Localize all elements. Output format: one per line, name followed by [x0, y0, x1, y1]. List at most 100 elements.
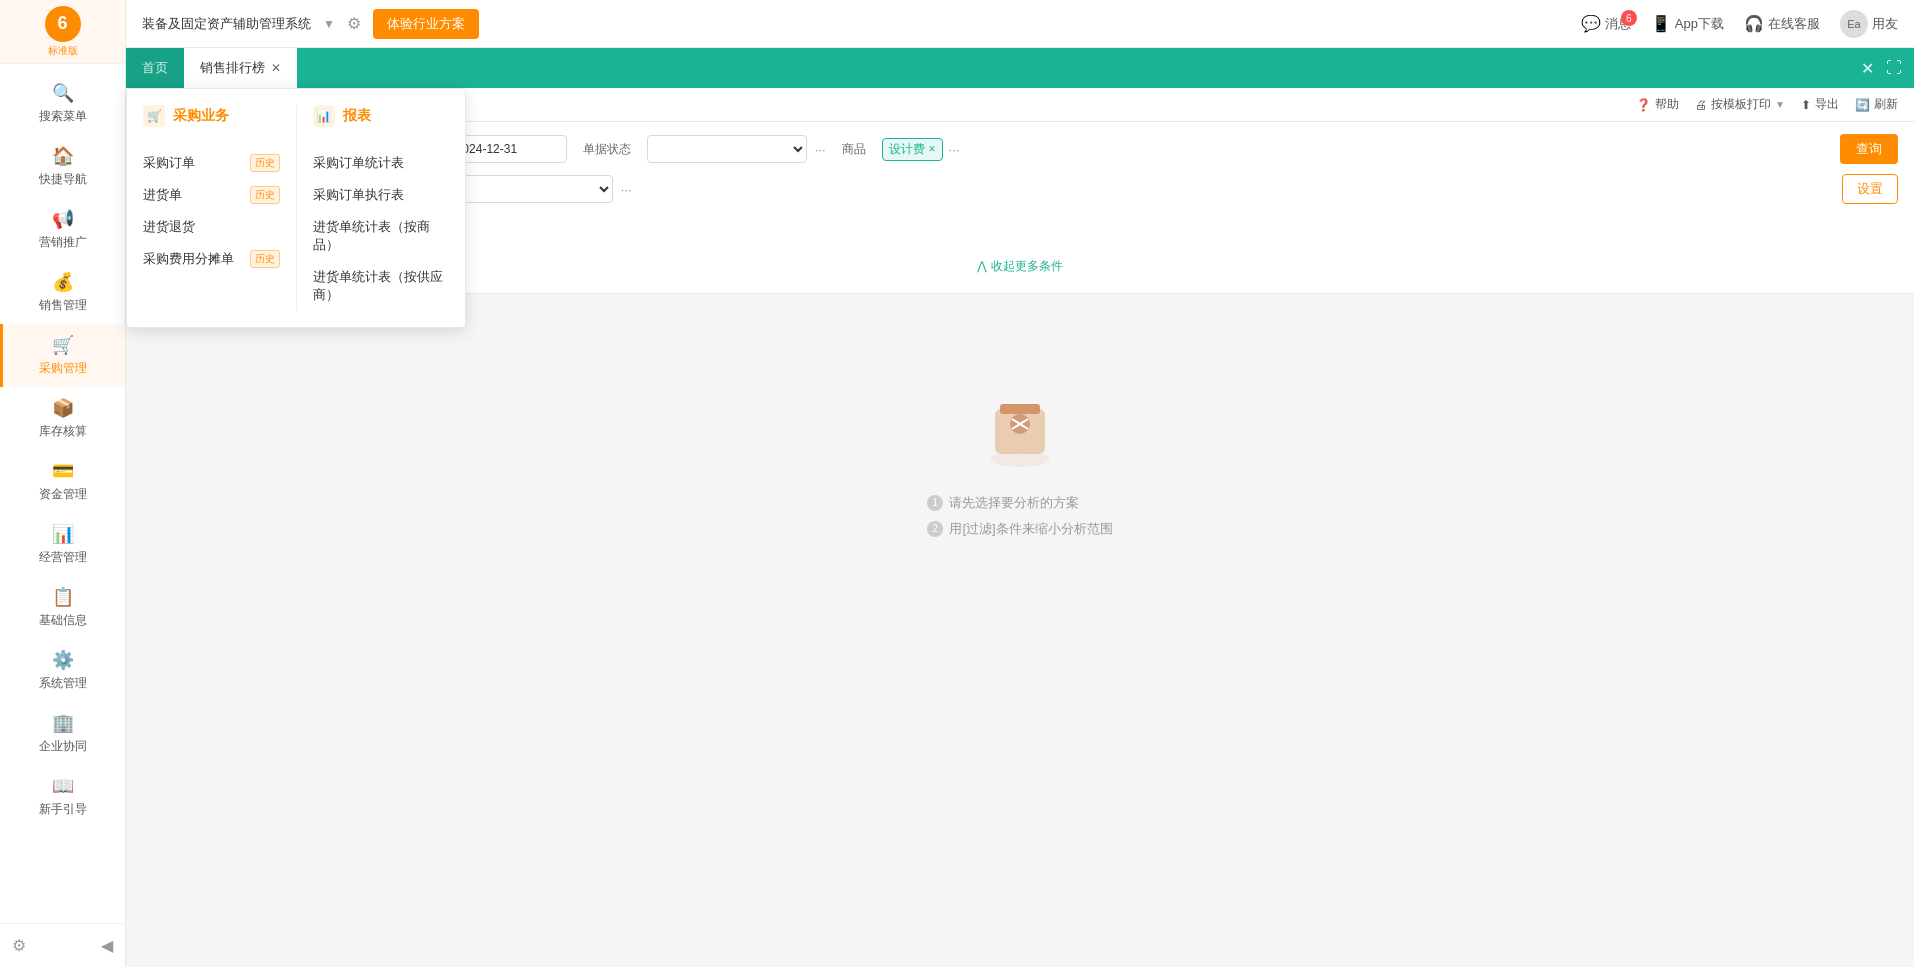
svg-rect-2 — [1000, 404, 1040, 414]
dropdown-item-order-exec[interactable]: 采购订单执行表 — [313, 179, 450, 211]
settings-icon[interactable]: ⚙ — [12, 936, 26, 955]
dropdown-item-stock-return[interactable]: 进货退货 — [143, 211, 280, 243]
sidebar-label-inventory: 库存核算 — [39, 423, 87, 440]
purchase-icon: 🛒 — [52, 334, 74, 356]
dropdown-item-stock-stats-goods[interactable]: 进货单统计表（按商品） — [313, 211, 450, 261]
system-gear-icon[interactable]: ⚙ — [347, 14, 361, 33]
export-btn[interactable]: ⬆ 导出 — [1801, 96, 1839, 113]
sidebar-label-marketing: 营销推广 — [39, 234, 87, 251]
help-icon: ❓ — [1636, 98, 1651, 112]
help-btn[interactable]: ❓ 帮助 — [1636, 96, 1679, 113]
tab-bar-close-icon[interactable]: ✕ — [1861, 59, 1874, 78]
newbie-icon: 📖 — [52, 775, 74, 797]
goods-tag: 设计费 × — [882, 138, 943, 161]
sidebar-label-system: 系统管理 — [39, 675, 87, 692]
refresh-label: 刷新 — [1874, 96, 1898, 113]
empty-tips: 1 请先选择要分析的方案 2 用[过滤]条件来缩小分析范围 — [927, 490, 1112, 542]
query-btn[interactable]: 查询 — [1840, 134, 1898, 164]
goods-tag-close[interactable]: × — [929, 142, 936, 156]
print-icon: 🖨 — [1695, 98, 1707, 112]
sidebar-label-purchase: 采购管理 — [39, 360, 87, 377]
print-label: 按模板打印 — [1711, 96, 1771, 113]
tab-sales-rank[interactable]: 销售排行榜 ✕ — [184, 48, 297, 88]
goods-tag-text: 设计费 — [889, 141, 925, 158]
tab-close-icon[interactable]: ✕ — [271, 61, 281, 75]
inventory-icon: 📦 — [52, 397, 74, 419]
tip-item-1: 1 请先选择要分析的方案 — [927, 490, 1112, 516]
filter-actions-2: 设置 — [1842, 174, 1898, 204]
message-badge: 6 — [1621, 10, 1637, 26]
sidebar-item-purchase[interactable]: 🛒 采购管理 — [0, 324, 125, 387]
sidebar-item-system[interactable]: ⚙️ 系统管理 — [0, 639, 125, 702]
sidebar-label-operations: 经营管理 — [39, 549, 87, 566]
dropdown-item-purchase-fee[interactable]: 采购费用分摊单 历史 — [143, 243, 280, 275]
tip-num-1: 1 — [927, 495, 943, 511]
salesperson-select[interactable] — [453, 175, 613, 203]
refresh-btn[interactable]: 🔄 刷新 — [1855, 96, 1898, 113]
purchase-dropdown-menu: 🛒 采购业务 采购订单 历史 进货单 历史 进货退货 — [126, 88, 466, 328]
dropdown-report-col: 📊 报表 采购订单统计表 采购订单执行表 进货单统计表（按商品） 进货单统计表（… — [297, 105, 466, 311]
marketing-icon: 📢 — [52, 208, 74, 230]
sidebar-label-quicknav: 快捷导航 — [39, 171, 87, 188]
sidebar-item-enterprise[interactable]: 🏢 企业协同 — [0, 702, 125, 765]
online-service-action[interactable]: 🎧 在线客服 — [1744, 14, 1820, 33]
sidebar-item-newbie[interactable]: 📖 新手引导 — [0, 765, 125, 828]
sidebar-item-basic[interactable]: 📋 基础信息 — [0, 576, 125, 639]
message-icon: 💬 — [1581, 14, 1601, 33]
export-icon: ⬆ — [1801, 98, 1811, 112]
empty-state: 1 请先选择要分析的方案 2 用[过滤]条件来缩小分析范围 — [126, 294, 1914, 622]
phone-icon: 📱 — [1651, 14, 1671, 33]
help-label: 帮助 — [1655, 96, 1679, 113]
collapse-sidebar-icon[interactable]: ◀ — [101, 936, 113, 955]
collapse-label: 收起更多条件 — [991, 259, 1063, 273]
message-action[interactable]: 💬 6 消息 — [1581, 14, 1631, 33]
dropdown-item-order-stats[interactable]: 采购订单统计表 — [313, 147, 450, 179]
user-action[interactable]: Ea 用友 — [1840, 10, 1898, 38]
doc-status-select[interactable] — [647, 135, 807, 163]
online-service-label: 在线客服 — [1768, 15, 1820, 33]
sidebar-label-finance: 资金管理 — [39, 486, 87, 503]
sidebar-item-marketing[interactable]: 📢 营销推广 — [0, 198, 125, 261]
system-title: 装备及固定资产辅助管理系统 — [142, 15, 311, 33]
print-btn[interactable]: 🖨 按模板打印 ▼ — [1695, 96, 1785, 113]
doc-status-label: 单据状态 — [583, 141, 631, 158]
enterprise-icon: 🏢 — [52, 712, 74, 734]
dropdown-item-purchase-order[interactable]: 采购订单 历史 — [143, 147, 280, 179]
app-download-action[interactable]: 📱 App下载 — [1651, 14, 1724, 33]
refresh-icon: 🔄 — [1855, 98, 1870, 112]
dropdown-purchase-col: 🛒 采购业务 采购订单 历史 进货单 历史 进货退货 — [127, 105, 296, 311]
tab-home[interactable]: 首页 — [126, 48, 184, 88]
sidebar-item-finance[interactable]: 💳 资金管理 — [0, 450, 125, 513]
collapse-up-icon: ⋀ — [977, 259, 987, 273]
sidebar-label-search: 搜索菜单 — [39, 108, 87, 125]
user-label: 用友 — [1872, 15, 1898, 33]
dropdown-purchase-title: 🛒 采购业务 — [143, 105, 280, 135]
sidebar-item-inventory[interactable]: 📦 库存核算 — [0, 387, 125, 450]
industry-btn[interactable]: 体验行业方案 — [373, 9, 479, 39]
tab-bar: 首页 销售排行榜 ✕ ✕ ⛶ 🛒 采购业务 采购订单 历史 — [126, 48, 1914, 88]
sidebar-item-operations[interactable]: 📊 经营管理 — [0, 513, 125, 576]
dropdown-item-stock-stats-supplier[interactable]: 进货单统计表（按供应商） — [313, 261, 450, 311]
sidebar-item-sales[interactable]: 💰 销售管理 — [0, 261, 125, 324]
tab-bar-expand-icon[interactable]: ⛶ — [1886, 59, 1902, 77]
tip-item-2: 2 用[过滤]条件来缩小分析范围 — [927, 516, 1112, 542]
sidebar-footer: ⚙ ◀ — [0, 923, 125, 967]
report-section-icon: 📊 — [313, 105, 335, 127]
system-icon: ⚙️ — [52, 649, 74, 671]
salesperson-more[interactable]: ··· — [621, 182, 632, 197]
logo-subtitle: 标准版 — [48, 44, 78, 58]
dropdown-item-stock-in[interactable]: 进货单 历史 — [143, 179, 280, 211]
system-dropdown-arrow[interactable]: ▼ — [323, 17, 335, 31]
goods-more[interactable]: ··· — [949, 142, 960, 157]
goods-label: 商品 — [842, 141, 866, 158]
dropdown-report-title: 📊 报表 — [313, 105, 450, 135]
print-dropdown-icon[interactable]: ▼ — [1775, 99, 1785, 110]
basic-icon: 📋 — [52, 586, 74, 608]
sidebar-item-quicknav[interactable]: 🏠 快捷导航 — [0, 135, 125, 198]
sidebar: 6 标准版 🔍 搜索菜单 🏠 快捷导航 📢 营销推广 💰 销售管理 🛒 采购管理… — [0, 0, 126, 967]
doc-status-more[interactable]: ··· — [815, 142, 826, 157]
setting-btn[interactable]: 设置 — [1842, 174, 1898, 204]
sidebar-logo: 6 标准版 — [0, 0, 125, 64]
home-icon: 🏠 — [52, 145, 74, 167]
sidebar-item-search[interactable]: 🔍 搜索菜单 — [0, 72, 125, 135]
